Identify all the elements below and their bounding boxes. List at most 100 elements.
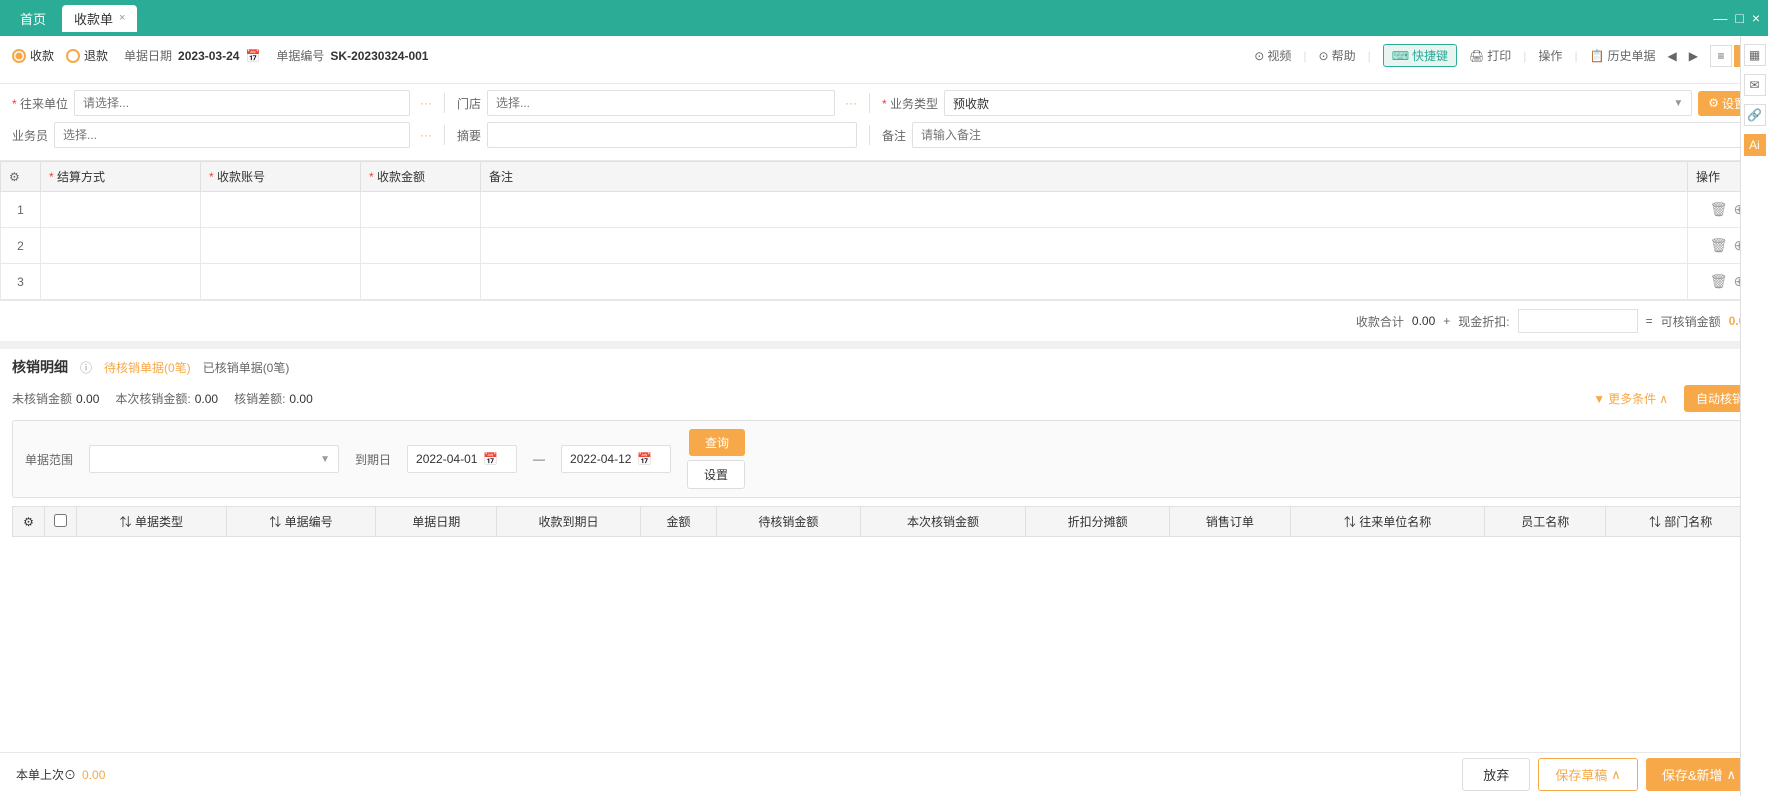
store-more-icon[interactable]: ··· — [845, 96, 857, 110]
table-settings-icon[interactable]: ⚙ — [9, 170, 20, 184]
store-input[interactable] — [487, 90, 835, 116]
collect-radio-dot — [12, 49, 26, 63]
filter-chevron-down-icon: ▼ — [320, 454, 330, 465]
close-icon[interactable]: × — [1752, 10, 1760, 26]
separator-1 — [444, 93, 445, 113]
collection-account-cell-1[interactable] — [201, 192, 361, 228]
salesman-input[interactable] — [54, 122, 410, 148]
refund-radio[interactable]: 退款 — [66, 47, 108, 64]
delete-row-3-icon[interactable]: 🗑 — [1710, 273, 1728, 290]
settings-col-header[interactable]: ⚙ — [13, 507, 45, 537]
help-btn[interactable]: ⊙ 帮助 — [1319, 47, 1356, 64]
query-button[interactable]: 查询 — [689, 429, 745, 456]
help-icon: ⊙ — [1319, 49, 1329, 63]
dept-name-header[interactable]: ⇅ 部门名称 — [1606, 507, 1756, 537]
separator-3 — [444, 125, 445, 145]
remark-cell-2[interactable] — [481, 228, 1688, 264]
remark-cell-1[interactable] — [481, 192, 1688, 228]
table-header-row: ⚙ 结算方式 收款账号 收款金额 备注 操作 — [1, 162, 1768, 192]
delete-row-1-icon[interactable]: 🗑 — [1710, 201, 1728, 218]
doc-number-header[interactable]: ⇅ 单据编号 — [226, 507, 376, 537]
discount-input[interactable] — [1518, 309, 1638, 333]
right-sidebar: ▦ ✉ 🔗 Ai — [1740, 36, 1768, 796]
settlement-method-cell-3[interactable] — [41, 264, 201, 300]
set-button[interactable]: 设置 — [687, 460, 745, 489]
from-date-input[interactable]: 2022-04-01 📅 — [407, 445, 517, 473]
store-field: 门店 ··· — [457, 90, 857, 116]
filter-row: 单据范围 ▼ 到期日 2022-04-01 📅 — 2022-04-12 📅 查… — [12, 420, 1756, 498]
chevron-down-icon: ▼ — [1673, 98, 1683, 109]
save-draft-button[interactable]: 保存草稿 ∧ — [1538, 758, 1638, 791]
business-type-select[interactable]: 预收款 ▼ — [944, 90, 1692, 116]
info-icon[interactable]: ⓘ — [80, 359, 92, 376]
collection-account-cell-3[interactable] — [201, 264, 361, 300]
main-area: 收款 退款 单据日期 2023-03-24 📅 单据编号 SK-20230324… — [0, 36, 1768, 796]
top-navigation: 首页 收款单 × — □ × — [0, 0, 1768, 36]
collect-radio[interactable]: 收款 — [12, 47, 54, 64]
calendar-icon[interactable]: 📅 — [245, 49, 260, 63]
bottom-table-container: ⚙ ⇅ 单据类型 ⇅ 单据编号 单据日期 收款到期日 金额 待核销金额 本次核销… — [12, 506, 1756, 752]
sidebar-envelope-icon[interactable]: ✉ — [1744, 74, 1766, 96]
stats-row: 未核销金额 0.00 本次核销金额: 0.00 核销差额: 0.00 ▼ 更多条… — [12, 385, 1756, 412]
current-amount-stat: 本次核销金额: 0.00 — [115, 390, 218, 407]
gear-icon: ⚙ — [1708, 96, 1719, 110]
operation-btn[interactable]: 操作 — [1538, 47, 1562, 64]
checkbox-col-header — [45, 507, 77, 537]
separator-2 — [869, 93, 870, 113]
remark-cell-3[interactable] — [481, 264, 1688, 300]
table-row: 3 🗑 ⊕ — [1, 264, 1768, 300]
history-icon: 📋 — [1590, 49, 1605, 63]
remark-input[interactable] — [912, 122, 1756, 148]
completed-tab[interactable]: 已核销单据(0笔) — [203, 359, 290, 376]
collection-amount-cell-2[interactable] — [361, 228, 481, 264]
salesman-field: 业务员 ··· — [12, 122, 432, 148]
shortcut-btn[interactable]: ⌨ 快捷键 — [1383, 44, 1457, 67]
remark-field: 备注 — [882, 122, 1756, 148]
history-btn[interactable]: 📋 历史单据 — [1590, 47, 1656, 64]
settlement-method-cell-2[interactable] — [41, 228, 201, 264]
collection-account-cell-2[interactable] — [201, 228, 361, 264]
filter-range-select[interactable]: ▼ — [89, 445, 339, 473]
counterpart-more-icon[interactable]: ··· — [420, 96, 432, 110]
counterpart-input[interactable] — [74, 90, 410, 116]
video-btn[interactable]: ⊙ 视频 — [1254, 47, 1291, 64]
form-row-2: 业务员 ··· 摘要 备注 — [12, 122, 1756, 148]
close-tab-icon[interactable]: × — [119, 12, 125, 24]
more-conditions-btn[interactable]: ▼ 更多条件 ∧ — [1593, 390, 1668, 407]
footer-right: 放弃 保存草稿 ∧ 保存&新增 ∧ — [1462, 758, 1752, 791]
save-new-button[interactable]: 保存&新增 ∧ — [1646, 758, 1752, 791]
collection-amount-cell-3[interactable] — [361, 264, 481, 300]
nav-prev-btn[interactable]: ◀ — [1668, 49, 1677, 63]
sidebar-link-icon[interactable]: 🔗 — [1744, 104, 1766, 126]
list-view-btn[interactable]: ≡ — [1710, 45, 1732, 67]
to-date-input[interactable]: 2022-04-12 📅 — [561, 445, 671, 473]
receipt-type-radio: 收款 退款 — [12, 47, 108, 64]
delete-row-2-icon[interactable]: 🗑 — [1710, 237, 1728, 254]
refund-radio-dot — [66, 49, 80, 63]
form-row-1: * 往来单位 ··· 门店 ··· * 业务类型 预收款 ▼ ⚙ — [12, 90, 1756, 116]
print-btn[interactable]: 🖨 打印 — [1469, 47, 1511, 64]
doc-type-header[interactable]: ⇅ 单据类型 — [77, 507, 227, 537]
remark-header: 备注 — [481, 162, 1688, 192]
sidebar-table-icon[interactable]: ▦ — [1744, 44, 1766, 66]
settings-header[interactable]: ⚙ — [1, 162, 41, 192]
select-all-checkbox[interactable] — [54, 514, 67, 527]
home-tab[interactable]: 首页 — [8, 5, 58, 32]
minimize-icon[interactable]: — — [1713, 10, 1727, 26]
collection-table: ⚙ 结算方式 收款账号 收款金额 备注 操作 1 — [0, 161, 1768, 300]
settlement-method-cell-1[interactable] — [41, 192, 201, 228]
counterpart-field: * 往来单位 ··· — [12, 90, 432, 116]
receipt-tab[interactable]: 收款单 × — [62, 5, 137, 32]
pending-tab[interactable]: 待核销单据(0笔) — [104, 359, 191, 376]
sidebar-ai-icon[interactable]: Ai — [1744, 134, 1766, 156]
collection-amount-cell-1[interactable] — [361, 192, 481, 228]
counterpart-name-header[interactable]: ⇅ 往来单位名称 — [1290, 507, 1484, 537]
uncleared-stat: 未核销金额 0.00 — [12, 390, 99, 407]
maximize-icon[interactable]: □ — [1735, 10, 1743, 26]
bottom-table-header-row: ⚙ ⇅ 单据类型 ⇅ 单据编号 单据日期 收款到期日 金额 待核销金额 本次核销… — [13, 507, 1756, 537]
nav-next-btn[interactable]: ▶ — [1689, 49, 1698, 63]
discard-button[interactable]: 放弃 — [1462, 758, 1530, 791]
salesman-more-icon[interactable]: ··· — [420, 128, 432, 142]
to-date-calendar-icon: 📅 — [637, 452, 652, 466]
summary-input[interactable] — [487, 122, 857, 148]
